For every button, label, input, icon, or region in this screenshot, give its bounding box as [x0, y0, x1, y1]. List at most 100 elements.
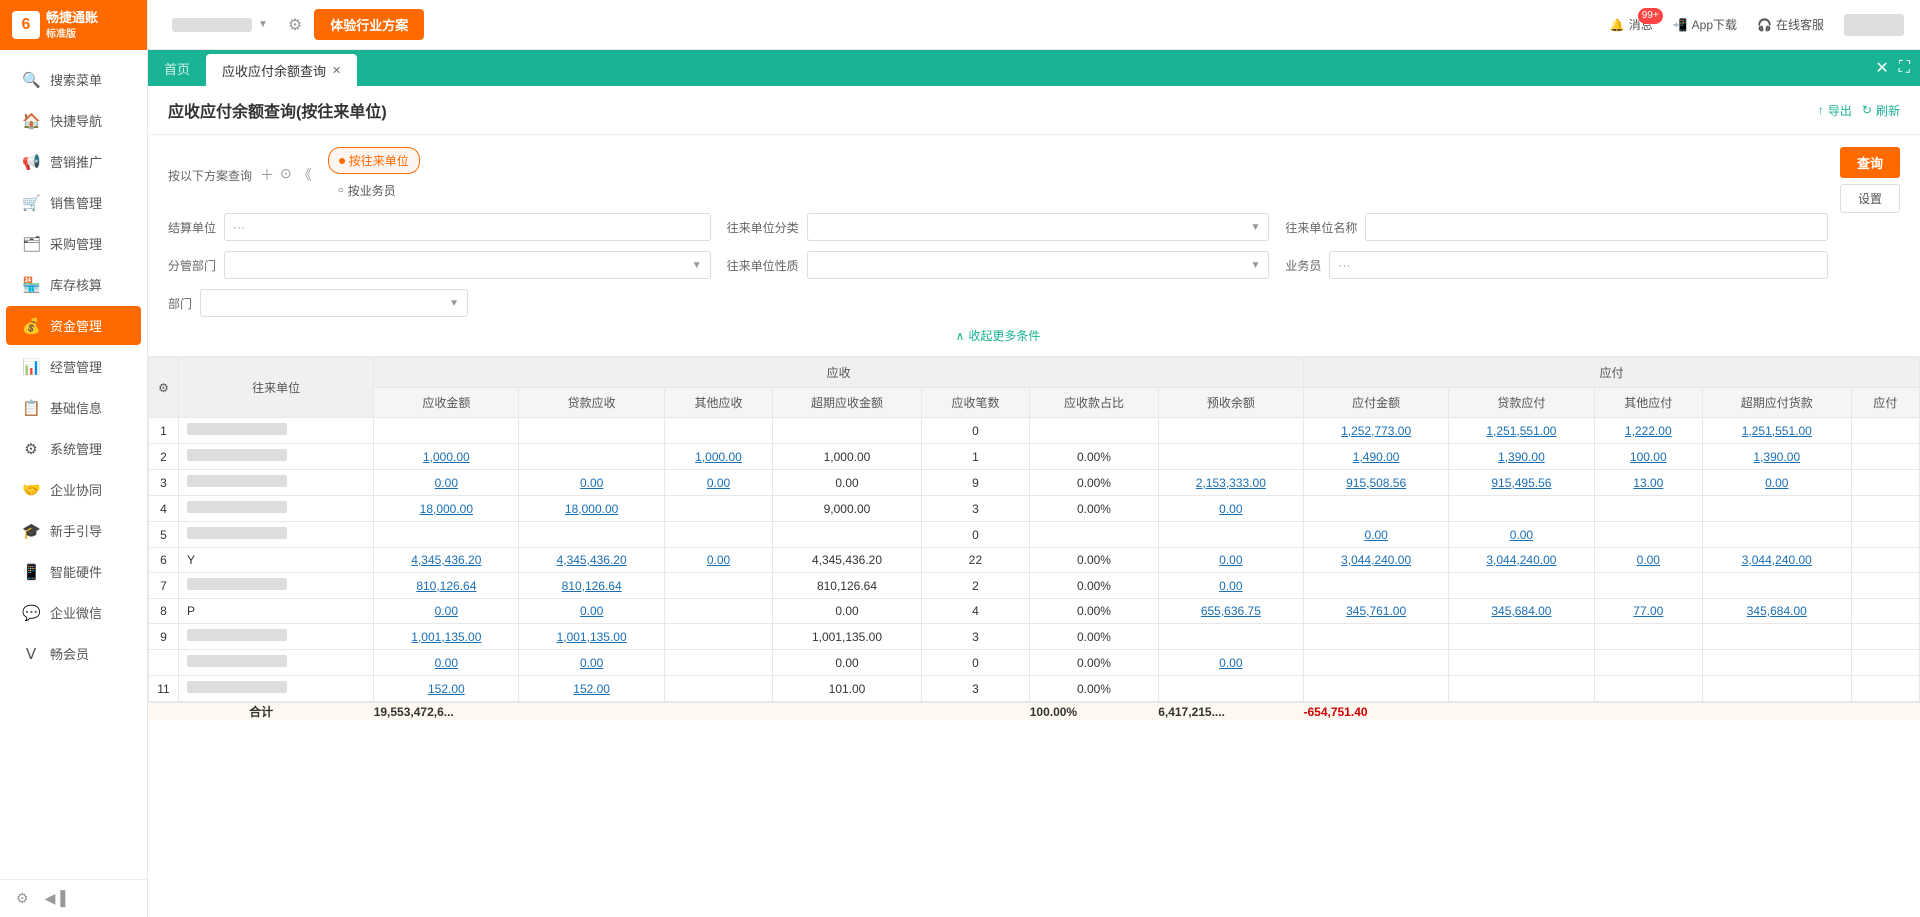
sidebar-item-search[interactable]: 🔍 搜索菜单 [6, 60, 141, 99]
app-selector[interactable]: ▼ [164, 14, 276, 36]
th-ap-amount: 应付金额 [1303, 388, 1448, 418]
tab-close-all-icon[interactable]: ✕ [1875, 58, 1888, 78]
department-label: 部门 [168, 295, 192, 312]
app-version: 标准版 [46, 25, 98, 40]
th-overdue-ar: 超期应收金额 [773, 388, 922, 418]
export-button[interactable]: ↑ 导出 [1818, 102, 1852, 119]
collapse-button[interactable]: ∧ 收起更多条件 [168, 327, 1828, 344]
finance-icon: 💰 [22, 317, 40, 335]
vip-icon: Ⅴ [22, 645, 40, 663]
sidebar-item-quicknav[interactable]: 🏠 快捷导航 [6, 101, 141, 140]
filter-method-salesman[interactable]: ○ 按业务员 [328, 178, 420, 203]
sidebar-item-hardware-label: 智能硬件 [50, 562, 102, 581]
footer-loan-ar [519, 702, 664, 720]
sidebar-item-inventory-label: 库存核算 [50, 275, 102, 294]
settlement-input[interactable]: ··· [224, 213, 711, 241]
sidebar-item-enterprise[interactable]: 🤝 企业协同 [6, 470, 141, 509]
sidebar-item-purchase[interactable]: 🗂 采购管理 [6, 224, 141, 263]
th-ar-count: 应收笔数 [921, 388, 1029, 418]
collapse-filter-icon[interactable]: 《 [298, 165, 312, 185]
footer-overdue-ar [773, 702, 922, 720]
dept-input[interactable]: ▼ [224, 251, 711, 279]
online-support-button[interactable]: 🎧 在线客服 [1757, 16, 1824, 33]
filter-row-2: 分管部门 ▼ 往来单位性质 ▼ 业务员 [168, 251, 1828, 279]
system-icon: ⚙ [22, 440, 40, 458]
sidebar-item-vip[interactable]: Ⅴ 畅会员 [6, 634, 141, 673]
tab-ar-query[interactable]: 应收应付余额查询 ✕ [206, 54, 357, 86]
settlement-label: 结算单位 [168, 219, 216, 236]
app-download-button[interactable]: 📲 App下载 [1673, 16, 1737, 33]
filter-row-3: 部门 ▼ [168, 289, 1828, 317]
add-filter-icon[interactable]: ＋ [260, 165, 274, 185]
sidebar-item-wechat-label: 企业微信 [50, 603, 102, 622]
refresh-icon: ↻ [1862, 103, 1872, 117]
filter-field-unit-type: 往来单位性质 ▼ [727, 251, 1270, 279]
user-avatar[interactable] [1844, 14, 1904, 36]
guide-icon: 🎓 [22, 522, 40, 540]
settings-icon[interactable]: ⚙ [288, 15, 302, 35]
wechat-icon: 💬 [22, 604, 40, 622]
filter-method-unit[interactable]: 按往来单位 [328, 147, 420, 174]
th-other-ar: 其他应收 [664, 388, 772, 418]
sidebar-item-finance[interactable]: 💰 资金管理 [6, 306, 141, 345]
sidebar-item-inventory[interactable]: 🏪 库存核算 [6, 265, 141, 304]
department-input[interactable]: ▼ [200, 289, 468, 317]
filter-field-unit-name: 往来单位名称 [1285, 213, 1828, 241]
unit-category-input[interactable]: ▼ [807, 213, 1270, 241]
tab-bar: 首页 应收应付余额查询 ✕ ✕ ⛶ [148, 50, 1920, 86]
tab-expand-icon[interactable]: ⛶ [1899, 59, 1910, 77]
page-actions: ↑ 导出 ↻ 刷新 [1818, 102, 1900, 119]
notifications-button[interactable]: 🔔 消息 99+ [1610, 16, 1653, 33]
collapse-label: 收起更多条件 [968, 327, 1040, 344]
salesman-input[interactable]: ··· [1329, 251, 1828, 279]
sidebar-bottom: ⚙ ◀▐ [0, 879, 147, 917]
sidebar-item-sales[interactable]: 🛒 销售管理 [6, 183, 141, 222]
trial-button[interactable]: 体验行业方案 [314, 9, 424, 40]
operation-icon: 📊 [22, 358, 40, 376]
footer-ar-count [921, 702, 1029, 720]
department-dropdown-icon: ▼ [449, 298, 459, 309]
filter-field-settlement: 结算单位 ··· [168, 213, 711, 241]
unit-name-label: 往来单位名称 [1285, 219, 1357, 236]
sidebar-item-operation[interactable]: 📊 经营管理 [6, 347, 141, 386]
download-icon: 📲 [1673, 18, 1688, 32]
sidebar-item-marketing[interactable]: 📢 营销推广 [6, 142, 141, 181]
filter-settings-button[interactable]: 设置 [1840, 184, 1900, 213]
sidebar-item-guide[interactable]: 🎓 新手引导 [6, 511, 141, 550]
dropdown-arrow-icon: ▼ [1250, 222, 1260, 233]
sidebar: 6 畅捷通账 标准版 🔍 搜索菜单 🏠 快捷导航 📢 营销推广 🛒 销售管理 🗂… [0, 0, 148, 917]
footer-label: 合计 [149, 702, 374, 720]
query-button[interactable]: 查询 [1840, 147, 1900, 178]
unit-name-input[interactable] [1365, 213, 1828, 241]
filter-label: 按以下方案查询 [168, 167, 252, 184]
sidebar-collapse-icon[interactable]: ◀▐ [45, 890, 66, 907]
refresh-button[interactable]: ↻ 刷新 [1862, 102, 1900, 119]
table-row: 7810,126.64810,126.64810,126.6420.00%0.0… [149, 573, 1920, 599]
th-loan-ar: 贷款应收 [519, 388, 664, 418]
sidebar-item-basic[interactable]: 📋 基础信息 [6, 388, 141, 427]
salesman-label: 业务员 [1285, 257, 1321, 274]
filter-field-unit-category: 往来单位分类 ▼ [727, 213, 1270, 241]
th-ar-group: 应收 [374, 358, 1304, 388]
unit-type-input[interactable]: ▼ [807, 251, 1270, 279]
table-row: 30.000.000.000.0090.00%2,153,333.00915,5… [149, 470, 1920, 496]
sidebar-item-hardware[interactable]: 📱 智能硬件 [6, 552, 141, 591]
footer-loan-ap [1449, 702, 1594, 720]
shopping-icon: 🛒 [22, 194, 40, 212]
footer-ap-col [1851, 702, 1919, 720]
sidebar-item-wechat[interactable]: 💬 企业微信 [6, 593, 141, 632]
header-right: 🔔 消息 99+ 📲 App下载 🎧 在线客服 [1610, 14, 1904, 36]
table-footer-row: 合计 19,553,472,6... 100.00% 6,417,215....… [149, 702, 1920, 720]
th-settings[interactable]: ⚙ [149, 358, 179, 418]
tab-home[interactable]: 首页 [148, 50, 206, 86]
sidebar-settings-icon[interactable]: ⚙ [16, 890, 29, 907]
table-row: 91,001,135.001,001,135.001,001,135.0030.… [149, 624, 1920, 650]
sidebar-item-system[interactable]: ⚙ 系统管理 [6, 429, 141, 468]
page-header: 应收应付余额查询(按往来单位) ↑ 导出 ↻ 刷新 [148, 86, 1920, 135]
main-content: 应收应付余额查询(按往来单位) ↑ 导出 ↻ 刷新 按以下方案查询 ＋ ⊙ [148, 86, 1920, 917]
sidebar-item-enterprise-label: 企业协同 [50, 480, 102, 499]
tab-bar-actions: ✕ ⛶ [1865, 50, 1920, 86]
tab-close-icon[interactable]: ✕ [332, 64, 341, 77]
settings-filter-icon[interactable]: ⊙ [280, 165, 292, 185]
th-ar-amount: 应收金额 [374, 388, 519, 418]
